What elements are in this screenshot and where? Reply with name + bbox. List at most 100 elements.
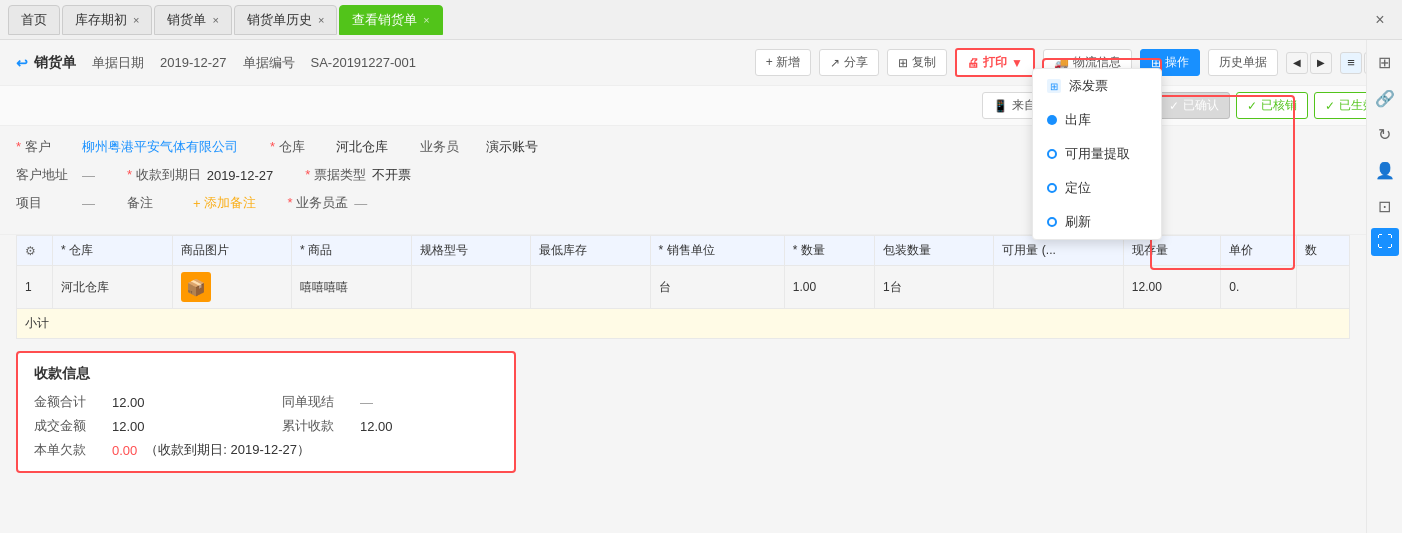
form-section: 客户 柳州粤港平安气体有限公司 仓库 河北仓库 业务员 演示账号 客户地址 — …	[0, 126, 1402, 235]
staff-value: 演示账号	[486, 138, 538, 156]
tab-view-sales-label: 查看销货单	[352, 11, 417, 29]
prev-arrow[interactable]: ◀	[1286, 52, 1308, 74]
col-min-stock: 最低库存	[531, 236, 651, 266]
subtotal-row: 小计	[17, 309, 1350, 339]
same-order-label: 同单现结	[282, 393, 352, 411]
summary-grid: 金额合计 12.00 同单现结 — 成交金额 12.00 累计收款 12.00 …	[34, 393, 498, 459]
product-table: ⚙ * 仓库 商品图片 * 商品 规格型号 最低库存 * 销售单位 * 数量 包…	[16, 235, 1350, 339]
col-product: * 商品	[292, 236, 412, 266]
row-price: 0.	[1221, 266, 1296, 309]
staff-label: 业务员	[420, 138, 480, 156]
dropdown-locate[interactable]: 定位	[1033, 171, 1161, 205]
share-button[interactable]: ↗ 分享	[819, 49, 879, 76]
staff-field: 业务员 演示账号	[420, 138, 538, 156]
sidebar-icon-4[interactable]: 👤	[1371, 156, 1399, 184]
dropdown-outbound-label: 出库	[1065, 111, 1091, 129]
col-quantity: * 数量	[784, 236, 874, 266]
operation-dropdown-menu: ⊞ 添发票 出库 可用量提取 定位 刷新	[1032, 68, 1162, 240]
history-button[interactable]: 历史单据	[1208, 49, 1278, 76]
document-type-label: 销货单	[34, 54, 76, 72]
note-field: 备注 + 添加备注	[127, 194, 256, 212]
address-label: 客户地址	[16, 166, 76, 184]
sidebar-icon-3[interactable]: ↻	[1371, 120, 1399, 148]
cumulative-row: 累计收款 12.00	[282, 417, 498, 435]
print-button[interactable]: 🖨 打印 ▼	[955, 48, 1035, 77]
warehouse-value: 河北仓库	[336, 138, 388, 156]
transaction-row: 成交金额 12.00	[34, 417, 250, 435]
col-price: 单价	[1221, 236, 1296, 266]
same-order-row: 同单现结 —	[282, 393, 498, 411]
next-arrow[interactable]: ▶	[1310, 52, 1332, 74]
form-row-1: 客户 柳州粤港平安气体有限公司 仓库 河北仓库 业务员 演示账号	[16, 138, 1386, 156]
right-sidebar: ⊞ 🔗 ↻ 👤 ⊡ ⛶	[1366, 40, 1402, 533]
share-icon: ↗	[830, 56, 840, 70]
due-label: 本单欠款	[34, 441, 104, 459]
number-label: 单据编号	[243, 54, 295, 72]
amount-total-row: 金额合计 12.00	[34, 393, 250, 411]
add-note-button[interactable]: + 添加备注	[193, 194, 256, 212]
invoice-type-value: 不开票	[372, 166, 411, 184]
row-package-qty: 1台	[874, 266, 994, 309]
sidebar-icon-1[interactable]: ⊞	[1371, 48, 1399, 76]
subtotal-label: 小计	[17, 309, 1350, 339]
confirm-status-button[interactable]: ✓ 已确认	[1158, 92, 1230, 119]
tab-view-sales-close[interactable]: ×	[423, 14, 429, 26]
tab-sales-history[interactable]: 销货单历史 ×	[234, 5, 337, 35]
sidebar-icon-expand[interactable]: ⛶	[1371, 228, 1399, 256]
sidebar-icon-2[interactable]: 🔗	[1371, 84, 1399, 112]
customer-value[interactable]: 柳州粤港平安气体有限公司	[82, 138, 238, 156]
voided-icon: ✓	[1247, 99, 1257, 113]
list-view-icon[interactable]: ≡	[1340, 52, 1362, 74]
voided-status-button[interactable]: ✓ 已核销	[1236, 92, 1308, 119]
due-value: 0.00	[112, 443, 137, 458]
table-section: ⚙ * 仓库 商品图片 * 商品 规格型号 最低库存 * 销售单位 * 数量 包…	[0, 235, 1366, 339]
tab-sales-order-close[interactable]: ×	[212, 14, 218, 26]
summary-section: 收款信息 金额合计 12.00 同单现结 — 成交金额 12.00 累计收款 1…	[16, 351, 516, 473]
salesperson-field: 业务员孟 —	[288, 194, 368, 212]
sidebar-icon-5[interactable]: ⊡	[1371, 192, 1399, 220]
payment-date-label: 收款到期日	[127, 166, 201, 184]
row-min-stock	[531, 266, 651, 309]
col-warehouse: * 仓库	[53, 236, 173, 266]
dropdown-available-qty[interactable]: 可用量提取	[1033, 137, 1161, 171]
copy-button[interactable]: ⊞ 复制	[887, 49, 947, 76]
tab-sales-order-label: 销货单	[167, 11, 206, 29]
window-close-button[interactable]: ×	[1366, 6, 1394, 34]
dropdown-refresh[interactable]: 刷新	[1033, 205, 1161, 239]
dropdown-outbound[interactable]: 出库	[1033, 103, 1161, 137]
document-header: ↩ 销货单 单据日期 2019-12-27 单据编号 SA-20191227-0…	[0, 40, 1402, 86]
address-value: —	[82, 168, 95, 183]
row-available	[994, 266, 1123, 309]
payment-date-value: 2019-12-27	[207, 168, 274, 183]
tab-view-sales[interactable]: 查看销货单 ×	[339, 5, 442, 35]
due-row: 本单欠款 0.00 （收款到期日: 2019-12-27）	[34, 441, 498, 459]
cumulative-label: 累计收款	[282, 417, 352, 435]
tab-sales-history-label: 销货单历史	[247, 11, 312, 29]
tab-inventory-init-close[interactable]: ×	[133, 14, 139, 26]
copy-icon: ⊞	[898, 56, 908, 70]
tab-sales-history-close[interactable]: ×	[318, 14, 324, 26]
print-icon: 🖨	[967, 56, 979, 70]
new-button[interactable]: + 新增	[755, 49, 811, 76]
row-index: 1	[17, 266, 53, 309]
col-current: 现存量	[1123, 236, 1220, 266]
invoice-type-label: 票据类型	[305, 166, 366, 184]
project-value: —	[82, 196, 95, 211]
col-product-img: 商品图片	[172, 236, 292, 266]
row-amount	[1296, 266, 1349, 309]
dropdown-refresh-label: 刷新	[1065, 213, 1091, 231]
add-note-icon: +	[193, 196, 201, 211]
navigation-arrows: ◀ ▶	[1286, 52, 1332, 74]
note-label: 备注	[127, 194, 187, 212]
tab-home[interactable]: 首页	[8, 5, 60, 35]
warehouse-field: 仓库 河北仓库	[270, 138, 388, 156]
dropdown-add-invoice[interactable]: ⊞ 添发票	[1033, 69, 1161, 103]
effective-icon: ✓	[1325, 99, 1335, 113]
transaction-value: 12.00	[112, 419, 145, 434]
document-meta: 单据日期 2019-12-27 单据编号 SA-20191227-001	[92, 54, 416, 72]
tab-sales-order[interactable]: 销货单 ×	[154, 5, 231, 35]
settings-icon[interactable]: ⚙	[25, 244, 36, 258]
tab-bar: 首页 库存期初 × 销货单 × 销货单历史 × 查看销货单 × ×	[0, 0, 1402, 40]
amount-total-label: 金额合计	[34, 393, 104, 411]
tab-inventory-init[interactable]: 库存期初 ×	[62, 5, 152, 35]
